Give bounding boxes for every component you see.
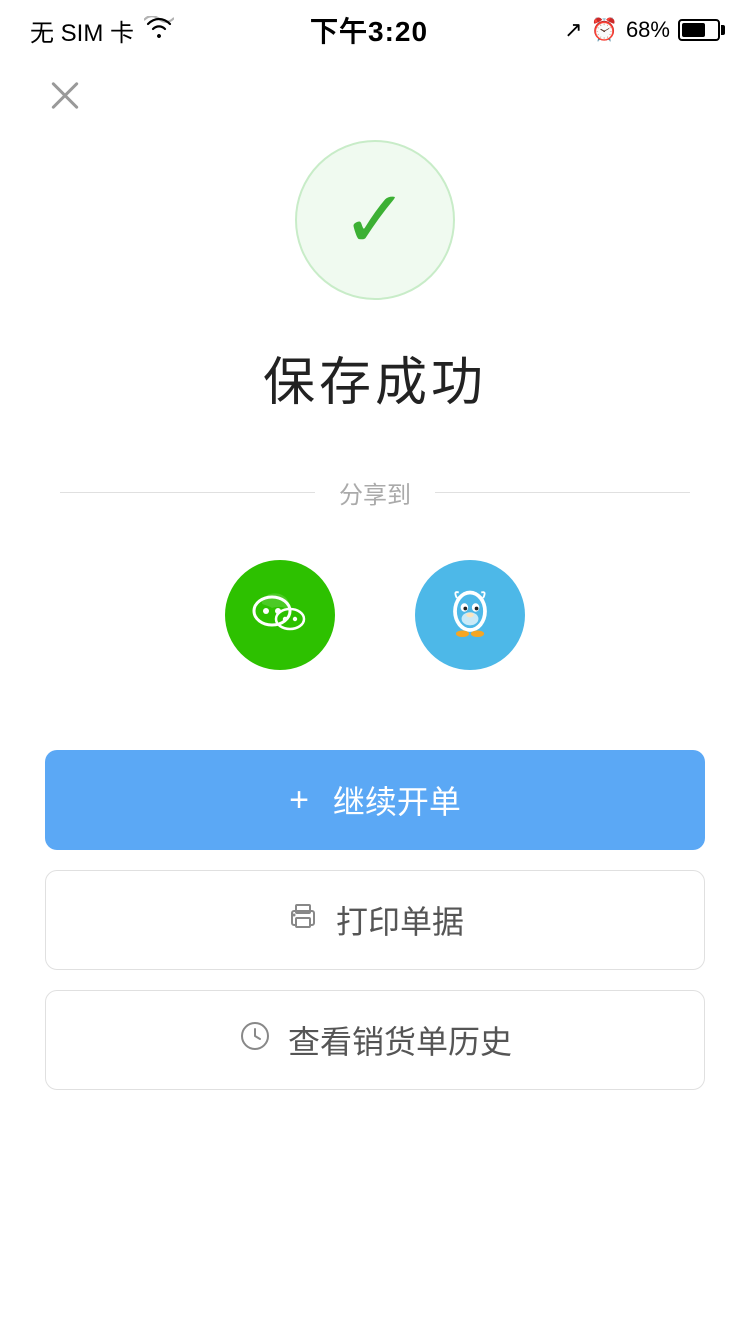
location-icon: ↗: [564, 17, 582, 43]
alarm-icon: ⏰: [591, 17, 618, 43]
checkmark-icon: ✓: [341, 180, 408, 260]
print-icon: [286, 899, 320, 941]
divider-line-right: [435, 492, 690, 493]
continue-label: 继续开单: [333, 777, 461, 823]
share-label: 分享到: [315, 475, 435, 510]
success-title: 保存成功: [263, 340, 487, 415]
divider-line-left: [60, 492, 315, 493]
carrier-text: 无 SIM 卡: [30, 13, 134, 48]
wechat-share-button[interactable]: [225, 560, 335, 670]
battery-percentage: 68%: [626, 17, 670, 43]
main-content: ✓ 保存成功 分享到: [0, 60, 750, 1090]
share-divider: 分享到: [0, 475, 750, 510]
action-buttons: + 继续开单 打印单据 查看销货单历史: [45, 750, 705, 1090]
share-icons: [225, 560, 525, 670]
status-bar: 无 SIM 卡 下午3:20 ↗ ⏰ 68%: [0, 0, 750, 60]
status-left: 无 SIM 卡: [30, 13, 174, 48]
continue-button[interactable]: + 继续开单: [45, 750, 705, 850]
wechat-icon: [248, 583, 312, 647]
history-label: 查看销货单历史: [288, 1017, 512, 1063]
close-button[interactable]: [40, 70, 90, 120]
qq-icon: [440, 585, 500, 645]
time-display: 下午3:20: [310, 10, 428, 50]
history-button[interactable]: 查看销货单历史: [45, 990, 705, 1090]
qq-share-button[interactable]: [415, 560, 525, 670]
print-label: 打印单据: [336, 897, 464, 943]
wifi-icon: [144, 16, 174, 45]
history-icon: [238, 1019, 272, 1061]
print-button[interactable]: 打印单据: [45, 870, 705, 970]
success-circle: ✓: [295, 140, 455, 300]
status-right: ↗ ⏰ 68%: [564, 17, 720, 43]
battery-icon: [678, 19, 720, 41]
continue-icon: +: [289, 781, 309, 820]
